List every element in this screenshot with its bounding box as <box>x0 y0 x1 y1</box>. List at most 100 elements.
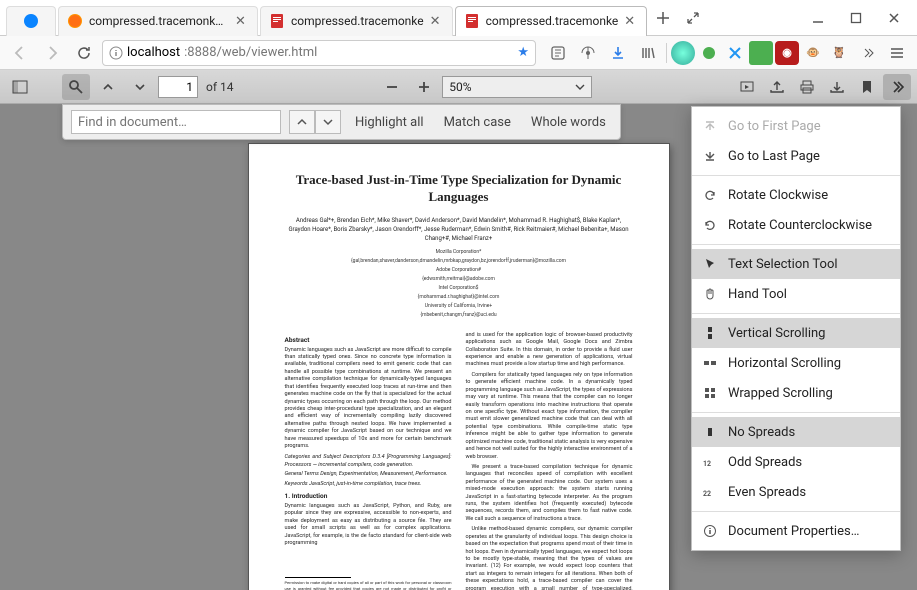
menu-text-selection[interactable]: Text Selection Tool <box>692 249 900 279</box>
rotate-ccw-icon <box>702 217 718 233</box>
open-file-button[interactable] <box>763 74 791 100</box>
reader-button[interactable] <box>544 39 572 67</box>
chevron-down-icon <box>575 82 585 92</box>
tab-pinned[interactable] <box>6 6 56 36</box>
ext-icon[interactable]: 🐵 <box>801 41 825 65</box>
forward-button[interactable] <box>38 39 66 67</box>
affiliation-email: {gal,brendan,shaver,danderson,dmandelin,… <box>285 258 633 264</box>
menu-button[interactable] <box>883 39 911 67</box>
menu-even-spreads[interactable]: 22 Even Spreads <box>692 477 900 507</box>
url-input-spacer[interactable] <box>321 45 513 60</box>
affiliation: Adobe Corporation# <box>285 267 633 273</box>
body-text: Compilers for statically typed languages… <box>466 372 633 461</box>
close-icon[interactable]: ✕ <box>430 14 444 28</box>
menu-rotate-cw[interactable]: Rotate Clockwise <box>692 180 900 210</box>
save-button[interactable] <box>823 74 851 100</box>
prev-page-button[interactable] <box>94 74 122 100</box>
page-number-input[interactable] <box>158 76 198 98</box>
menu-doc-properties[interactable]: Document Properties… <box>692 516 900 546</box>
find-input[interactable] <box>71 110 281 134</box>
sidebar-toggle-button[interactable] <box>6 74 34 100</box>
menu-label: Odd Spreads <box>728 455 802 470</box>
wscroll-icon <box>702 385 718 401</box>
find-next-button[interactable] <box>315 110 341 134</box>
info-icon[interactable] <box>109 46 123 60</box>
blue-dot-icon <box>24 14 38 28</box>
ext-icon[interactable] <box>697 41 721 65</box>
affiliation: Intel Corporation$ <box>285 285 633 291</box>
footnote-text: Permission to make digital or hard copie… <box>285 580 452 590</box>
menu-hand-tool[interactable]: Hand Tool <box>692 279 900 309</box>
dev-button[interactable] <box>574 39 602 67</box>
menu-label: Document Properties… <box>728 524 859 539</box>
zoom-in-button[interactable] <box>410 74 438 100</box>
menu-label: Horizontal Scrolling <box>728 356 841 371</box>
presentation-button[interactable] <box>733 74 761 100</box>
info-icon <box>702 523 718 539</box>
ext-icon[interactable]: 🦉 <box>827 41 851 65</box>
tab-title: compressed.tracemonkey-pl <box>89 14 229 28</box>
body-text: Unlike method-based dynamic compilers, o… <box>466 526 633 590</box>
zoom-out-button[interactable] <box>378 74 406 100</box>
find-prev-button[interactable] <box>289 110 315 134</box>
ext-icon[interactable] <box>671 41 695 65</box>
pdf-icon <box>464 13 480 29</box>
keywords-text: Keywords JavaScript, just-in-time compil… <box>285 481 452 488</box>
window-close-button[interactable] <box>877 4 911 32</box>
overflow-button[interactable] <box>853 39 881 67</box>
tab-title: compressed.tracemonke <box>486 14 619 28</box>
tab-2[interactable]: compressed.tracemonke ✕ <box>260 6 453 36</box>
menu-odd-spreads[interactable]: 12 Odd Spreads <box>692 447 900 477</box>
expand-tabs-button[interactable] <box>679 4 707 32</box>
tab-1[interactable]: compressed.tracemonkey-pl ✕ <box>58 6 258 36</box>
secondary-toolbar-button[interactable] <box>883 74 911 100</box>
menu-label: Hand Tool <box>728 287 787 302</box>
highlight-all-option[interactable]: Highlight all <box>349 111 430 134</box>
url-host: localhost <box>127 45 180 60</box>
ext-icon[interactable] <box>723 41 747 65</box>
zoom-value: 50% <box>449 80 471 94</box>
affiliation: University of California, Irvine+ <box>285 303 633 309</box>
new-tab-button[interactable] <box>649 4 677 32</box>
url-bar[interactable]: localhost :8888/web/viewer.html ★ <box>102 40 536 66</box>
minimize-button[interactable] <box>801 4 835 32</box>
match-case-option[interactable]: Match case <box>438 111 517 134</box>
reload-button[interactable] <box>70 39 98 67</box>
next-page-button[interactable] <box>126 74 154 100</box>
zoom-select[interactable]: 50% <box>442 76 592 98</box>
abstract-heading: Abstract <box>285 336 452 345</box>
svg-text:22: 22 <box>703 490 711 498</box>
general-terms-text: General Terms Design, Experimentation, M… <box>285 471 452 478</box>
vscroll-icon <box>702 325 718 341</box>
cursor-icon <box>702 256 718 272</box>
menu-label: Even Spreads <box>728 485 806 500</box>
window-controls <box>801 4 911 32</box>
url-rest: :8888/web/viewer.html <box>184 45 317 60</box>
menu-last-page[interactable]: Go to Last Page <box>692 141 900 171</box>
bookmark-star-icon[interactable]: ★ <box>517 45 529 60</box>
ext-icon[interactable] <box>749 41 773 65</box>
intro-heading: 1. Introduction <box>285 492 452 501</box>
menu-rotate-ccw[interactable]: Rotate Counterclockwise <box>692 210 900 240</box>
close-icon[interactable]: ✕ <box>624 14 638 28</box>
print-button[interactable] <box>793 74 821 100</box>
library-button[interactable] <box>634 39 662 67</box>
find-button[interactable] <box>62 74 90 100</box>
toolbar-extensions: ◉ 🐵 🦉 <box>544 39 911 67</box>
close-icon[interactable]: ✕ <box>235 14 249 28</box>
back-button[interactable] <box>6 39 34 67</box>
tab-3-active[interactable]: compressed.tracemonke ✕ <box>455 6 648 36</box>
menu-no-spreads[interactable]: No Spreads <box>692 417 900 447</box>
doc-title: Trace-based Just-in-Time Type Specializa… <box>285 172 633 206</box>
ublock-icon[interactable]: ◉ <box>775 41 799 65</box>
download-button[interactable] <box>604 39 632 67</box>
bookmark-button[interactable] <box>853 74 881 100</box>
menu-wrapped-scroll[interactable]: Wrapped Scrolling <box>692 378 900 408</box>
menu-horizontal-scroll[interactable]: Horizontal Scrolling <box>692 348 900 378</box>
maximize-button[interactable] <box>839 4 873 32</box>
affiliation: Mozilla Corporation* <box>285 249 633 255</box>
menu-vertical-scroll[interactable]: Vertical Scrolling <box>692 318 900 348</box>
rotate-cw-icon <box>702 187 718 203</box>
svg-text:12: 12 <box>703 460 711 468</box>
whole-words-option[interactable]: Whole words <box>525 111 612 134</box>
